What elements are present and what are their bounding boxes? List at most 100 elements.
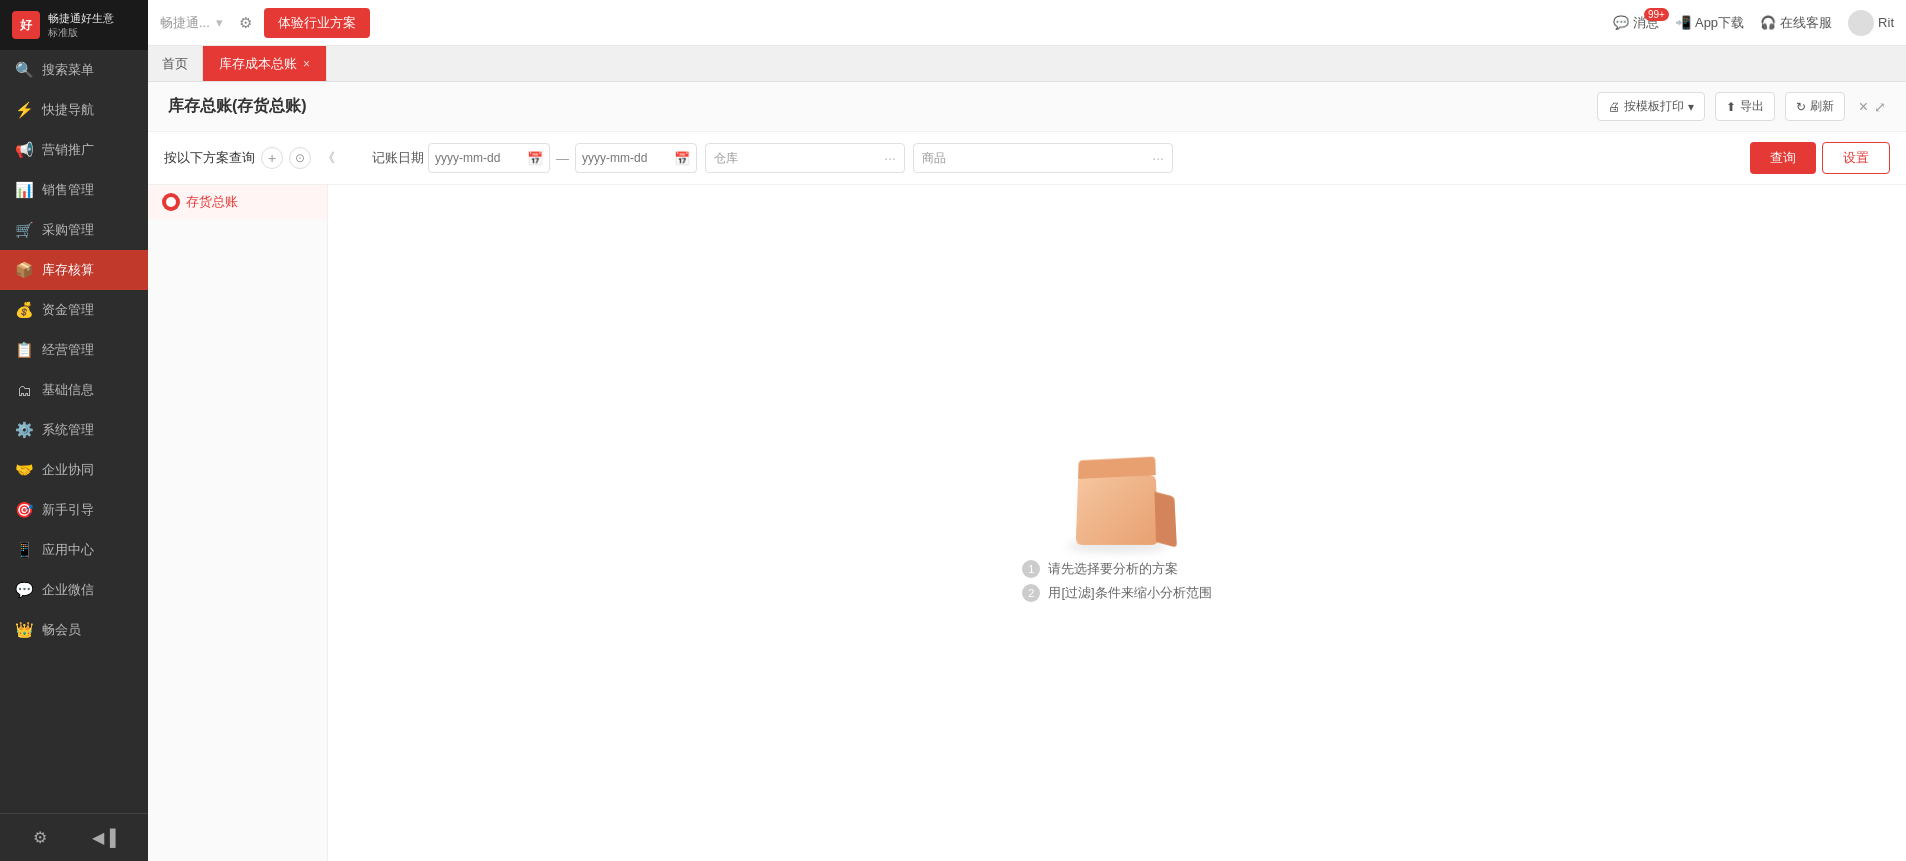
filter-left: 按以下方案查询 + ⊙ 《 — [164, 147, 364, 169]
purchase-icon: 🛒 — [14, 220, 34, 240]
sidebar-item-guide[interactable]: 🎯 新手引导 — [0, 490, 148, 530]
breadcrumb-text: 畅捷通... — [160, 14, 210, 32]
basic-info-icon: 🗂 — [14, 380, 34, 400]
breadcrumb-arrow: ▾ — [216, 15, 223, 30]
sidebar-item-label: 新手引导 — [42, 501, 94, 519]
sidebar-item-label: 企业微信 — [42, 581, 94, 599]
tab-inventory-cost[interactable]: 库存成本总账 × — [203, 46, 327, 81]
sidebar-item-member[interactable]: 👑 畅会员 — [0, 610, 148, 650]
logo-icon: 好 — [12, 11, 40, 39]
filter-buttons: 查询 设置 — [1750, 142, 1890, 174]
panel-expand-icon[interactable]: ⤢ — [1874, 99, 1886, 115]
sidebar-item-quick-nav[interactable]: ⚡ 快捷导航 — [0, 90, 148, 130]
empty-hint-1: 1 请先选择要分析的方案 — [1022, 560, 1211, 578]
main-area: 畅捷通... ▾ ⚙ 体验行业方案 💬 消息 99+ 📲 App下载 🎧 在线客… — [148, 0, 1906, 861]
settings-button[interactable]: 设置 — [1822, 142, 1890, 174]
online-service-button[interactable]: 🎧 在线客服 — [1760, 14, 1832, 32]
filter-row: 记账日期 📅 — 📅 仓库 ··· — [372, 142, 1890, 174]
product-label: 商品 — [922, 150, 1152, 167]
export-icon: ⬆ — [1726, 100, 1736, 114]
tab-home-label: 首页 — [162, 55, 188, 73]
sidebar-item-cooperation[interactable]: 🤝 企业协同 — [0, 450, 148, 490]
sidebar-item-label: 基础信息 — [42, 381, 94, 399]
sidebar-item-sales[interactable]: 📊 销售管理 — [0, 170, 148, 210]
export-button[interactable]: ⬆ 导出 — [1715, 92, 1775, 121]
sidebar-item-operation[interactable]: 📋 经营管理 — [0, 330, 148, 370]
page-header: 库存总账(存货总账) 🖨 按模板打印 ▾ ⬆ 导出 ↻ 刷新 — [148, 82, 1906, 132]
filter-product-group: 商品 ··· — [913, 143, 1173, 173]
calendar-end-icon[interactable]: 📅 — [674, 151, 690, 166]
industry-btn[interactable]: 体验行业方案 — [264, 8, 370, 38]
empty-state: 1 请先选择要分析的方案 2 用[过滤]条件来缩小分析范围 — [328, 185, 1906, 861]
refresh-button[interactable]: ↻ 刷新 — [1785, 92, 1845, 121]
settings-bottom-icon[interactable]: ⚙ — [29, 824, 51, 851]
topbar-right: 💬 消息 99+ 📲 App下载 🎧 在线客服 Rit — [1613, 10, 1894, 36]
sidebar-item-system[interactable]: ⚙️ 系统管理 — [0, 410, 148, 450]
scheme-item-label: 存货总账 — [186, 193, 238, 211]
app-download-icon: 📲 — [1675, 15, 1691, 30]
tab-home[interactable]: 首页 — [148, 46, 203, 81]
warehouse-label: 仓库 — [714, 150, 884, 167]
refresh-icon: ↻ — [1796, 100, 1806, 114]
app-download-label: App下载 — [1695, 14, 1744, 32]
user-menu[interactable]: Rit — [1848, 10, 1894, 36]
warehouse-select[interactable]: 仓库 ··· — [705, 143, 905, 173]
collapse-icon[interactable]: ◀▐ — [88, 824, 119, 851]
topbar-left: 畅捷通... ▾ ⚙ 体验行业方案 — [160, 8, 1613, 38]
sidebar-item-label: 库存核算 — [42, 261, 94, 279]
sidebar-item-label: 快捷导航 — [42, 101, 94, 119]
topbar-settings-icon[interactable]: ⚙ — [239, 14, 252, 32]
warehouse-more-icon: ··· — [884, 150, 896, 166]
message-button[interactable]: 💬 消息 99+ — [1613, 14, 1659, 32]
operation-icon: 📋 — [14, 340, 34, 360]
online-service-label: 在线客服 — [1780, 14, 1832, 32]
sidebar: 好 畅捷通好生意 标准版 🔍 搜索菜单 ⚡ 快捷导航 📢 营销推广 📊 销售管理… — [0, 0, 148, 861]
tab-close-icon[interactable]: × — [303, 57, 310, 71]
filter-collapse-button[interactable]: 《 — [317, 147, 339, 169]
body-area: 存货总账 1 请先选择要分析的方案 — [148, 185, 1906, 861]
date-separator: — — [556, 151, 569, 166]
sidebar-item-label: 畅会员 — [42, 621, 81, 639]
sidebar-item-purchase[interactable]: 🛒 采购管理 — [0, 210, 148, 250]
system-icon: ⚙️ — [14, 420, 34, 440]
sidebar-item-marketing[interactable]: 📢 营销推广 — [0, 130, 148, 170]
calendar-start-icon[interactable]: 📅 — [527, 151, 543, 166]
sidebar-item-label: 营销推广 — [42, 141, 94, 159]
filter-add-button[interactable]: + — [261, 147, 283, 169]
sidebar-item-wechat[interactable]: 💬 企业微信 — [0, 570, 148, 610]
sidebar-scroll: 🔍 搜索菜单 ⚡ 快捷导航 📢 营销推广 📊 销售管理 🛒 采购管理 📦 库存核… — [0, 50, 148, 813]
refresh-label: 刷新 — [1810, 98, 1834, 115]
tabs-bar: 首页 库存成本总账 × — [148, 46, 1906, 82]
hint-num-2: 2 — [1022, 584, 1040, 602]
svg-point-0 — [166, 197, 176, 207]
date-end-input[interactable] — [582, 151, 670, 165]
product-select[interactable]: 商品 ··· — [913, 143, 1173, 173]
tab-inventory-cost-label: 库存成本总账 — [219, 55, 297, 73]
sidebar-item-label: 企业协同 — [42, 461, 94, 479]
sidebar-item-search-menu[interactable]: 🔍 搜索菜单 — [0, 50, 148, 90]
sidebar-item-finance[interactable]: 💰 资金管理 — [0, 290, 148, 330]
sidebar-item-basic-info[interactable]: 🗂 基础信息 — [0, 370, 148, 410]
app-download-button[interactable]: 📲 App下载 — [1675, 14, 1744, 32]
date-start-input[interactable] — [435, 151, 523, 165]
filter-del-button[interactable]: ⊙ — [289, 147, 311, 169]
date-start-wrap: 📅 — [428, 143, 550, 173]
scheme-panel: 存货总账 — [148, 185, 328, 861]
page-actions: 🖨 按模板打印 ▾ ⬆ 导出 ↻ 刷新 — [1597, 92, 1845, 121]
sidebar-item-inventory[interactable]: 📦 库存核算 — [0, 250, 148, 290]
scheme-item-inventory-ledger[interactable]: 存货总账 — [148, 185, 327, 219]
scheme-icon — [162, 193, 180, 211]
date-end-wrap: 📅 — [575, 143, 697, 173]
print-label: 按模板打印 — [1624, 98, 1684, 115]
content-area: 库存总账(存货总账) 🖨 按模板打印 ▾ ⬆ 导出 ↻ 刷新 — [148, 82, 1906, 861]
print-button[interactable]: 🖨 按模板打印 ▾ — [1597, 92, 1705, 121]
finance-icon: 💰 — [14, 300, 34, 320]
export-label: 导出 — [1740, 98, 1764, 115]
sidebar-item-label: 搜索菜单 — [42, 61, 94, 79]
user-name: Rit — [1878, 15, 1894, 30]
query-button[interactable]: 查询 — [1750, 142, 1816, 174]
hint-num-1: 1 — [1022, 560, 1040, 578]
cooperation-icon: 🤝 — [14, 460, 34, 480]
sidebar-item-app-center[interactable]: 📱 应用中心 — [0, 530, 148, 570]
panel-close-icon[interactable]: × — [1859, 98, 1868, 116]
